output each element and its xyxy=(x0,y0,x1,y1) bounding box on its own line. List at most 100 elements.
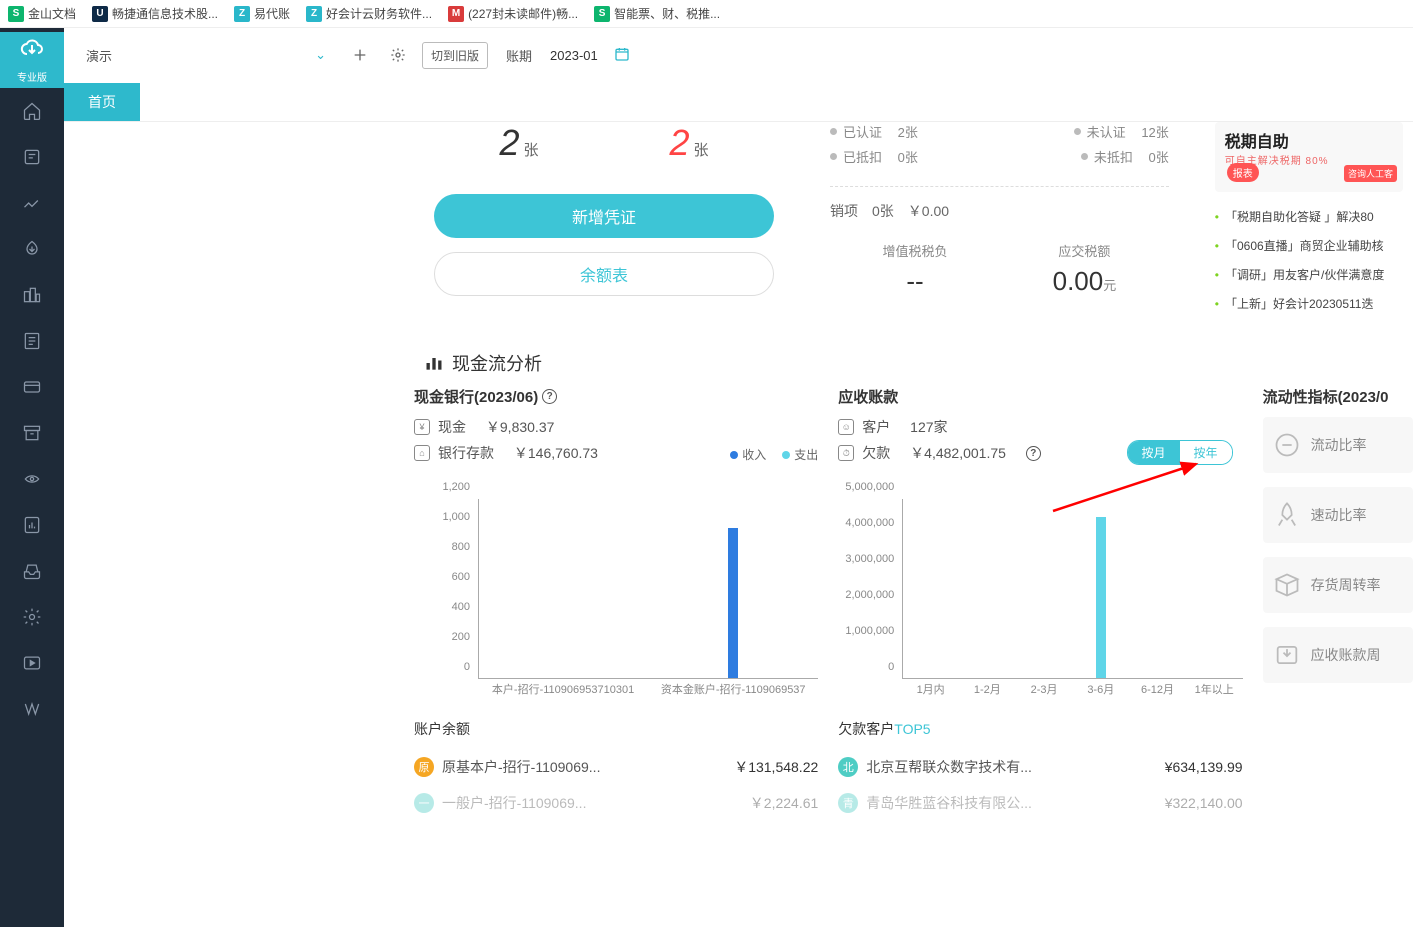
liquidity-tile-ar-turnover[interactable]: 应收账款周 xyxy=(1263,627,1413,683)
bookmark-item[interactable]: U畅捷通信息技术股... xyxy=(92,5,218,22)
liquidity-tile-current-ratio[interactable]: 流动比率 xyxy=(1263,417,1413,473)
debt-customers-subhead: 欠款客户TOP5 xyxy=(838,719,1242,739)
sidebar-item-ledger[interactable] xyxy=(0,134,64,180)
voucher-stat: 2张 xyxy=(669,122,708,164)
liquidity-tile-quick-ratio[interactable]: 速动比率 xyxy=(1263,487,1413,543)
account-balance-subhead: 账户余额 xyxy=(414,719,818,739)
cash-bank-title: 现金银行(2023/06)? xyxy=(414,386,818,407)
account-selector[interactable]: 演示 ⌄ xyxy=(76,38,336,72)
bookmark-icon: M xyxy=(448,6,464,22)
account-row[interactable]: 原原基本户-招行-1109069... ￥131,548.22 xyxy=(414,749,818,785)
sidebar-item-payment[interactable] xyxy=(0,364,64,410)
tab-home[interactable]: 首页 xyxy=(64,83,140,121)
account-name: 一般户-招行-1109069... xyxy=(442,793,586,813)
tax-card: 已认证 2张 已抵扣 0张 未认证 12张 未抵扣 0张 销项0张￥0.00 增… xyxy=(810,122,1189,330)
sidebar-item-report[interactable] xyxy=(0,502,64,548)
switch-old-version[interactable]: 切到旧版 xyxy=(422,42,488,69)
sidebar-item-archive[interactable] xyxy=(0,410,64,456)
news-consult-button[interactable]: 咨询人工客 xyxy=(1344,165,1397,182)
sidebar-item-receipt[interactable] xyxy=(0,318,64,364)
customer-row[interactable]: 北北京互帮联众数字技术有... ¥634,139.99 xyxy=(838,749,1242,785)
add-button[interactable] xyxy=(346,41,374,69)
sidebar-item-settings[interactable] xyxy=(0,594,64,640)
toggle-year[interactable]: 按年 xyxy=(1180,441,1232,464)
ratio-icon xyxy=(1273,431,1301,459)
accounts-receivable-panel: 应收账款 ☺客户 127家 ⏱欠款 ￥4,482,001.75 ? 按月 按年 xyxy=(838,386,1242,821)
period-value: 2023-01 xyxy=(550,48,598,63)
cash-metric: ¥现金 ￥9,830.37 xyxy=(414,417,818,437)
sidebar-item-home[interactable] xyxy=(0,88,64,134)
help-icon[interactable]: ? xyxy=(542,389,557,404)
balance-sheet-button[interactable]: 余额表 xyxy=(434,252,774,296)
tile-label: 流动比率 xyxy=(1311,435,1367,455)
sidebar-item-analytics[interactable] xyxy=(0,180,64,226)
cash-bank-panel: 现金银行(2023/06)? ¥现金 ￥9,830.37 ⌂银行存款 ￥146,… xyxy=(414,386,818,821)
voucher-stat: 2张 xyxy=(499,122,538,164)
vat-burden-value: -- xyxy=(883,266,948,297)
settings-button[interactable] xyxy=(384,41,412,69)
cloud-icon xyxy=(20,37,44,67)
sidebar-item-media[interactable] xyxy=(0,640,64,686)
voucher-card: 2张 2张 新增凭证 余额表 xyxy=(414,122,794,330)
voucher-stat-unit: 张 xyxy=(694,142,709,159)
bookmark-item[interactable]: S金山文档 xyxy=(8,5,76,22)
sidebar-item-funds[interactable] xyxy=(0,226,64,272)
content-area[interactable]: 2张 2张 新增凭证 余额表 已认证 2张 已抵扣 0张 未认证 12张 xyxy=(64,122,1413,927)
sidebar-item-assets[interactable] xyxy=(0,272,64,318)
sidebar-logo-text: 专业版 xyxy=(17,69,47,84)
ar-aging-chart: 01,000,0002,000,0003,000,0004,000,0005,0… xyxy=(838,499,1242,699)
rocket-icon xyxy=(1273,501,1301,529)
sidebar-item-vip[interactable] xyxy=(0,686,64,732)
toggle-month[interactable]: 按月 xyxy=(1128,441,1180,464)
bookmark-item[interactable]: Z易代账 xyxy=(234,5,290,22)
status-certified: 已认证 2张 xyxy=(830,122,999,141)
bank-icon: ⌂ xyxy=(414,445,430,461)
tax-sales-line: 销项0张￥0.00 xyxy=(830,201,1169,221)
user-icon: ☺ xyxy=(838,419,854,435)
bookmark-item[interactable]: M(227封未读邮件)畅... xyxy=(448,5,578,22)
customer-row[interactable]: 青青岛华胜蓝谷科技有限公... ¥322,140.00 xyxy=(838,785,1242,821)
news-item[interactable]: 「0606直播」商贸企业辅助核 xyxy=(1215,231,1403,260)
bookmark-label: 智能票、财、税推... xyxy=(614,5,720,22)
dot-icon xyxy=(1074,128,1081,135)
help-icon[interactable]: ? xyxy=(1026,446,1041,461)
sidebar: 专业版 xyxy=(0,28,64,927)
sidebar-item-salary[interactable] xyxy=(0,456,64,502)
legend-dot-expense xyxy=(782,451,790,459)
account-row[interactable]: 一一般户-招行-1109069... ￥2,224.61 xyxy=(414,785,818,821)
calendar-icon[interactable] xyxy=(614,46,630,65)
bookmark-item[interactable]: S智能票、财、税推... xyxy=(594,5,720,22)
sidebar-item-inbox[interactable] xyxy=(0,548,64,594)
bookmark-item[interactable]: Z好会计云财务软件... xyxy=(306,5,432,22)
tile-label: 存货周转率 xyxy=(1311,575,1381,595)
voucher-stat-num: 2 xyxy=(669,122,689,163)
news-list: 「税期自助化答疑 」解决80 「0606直播」商贸企业辅助核 「调研」用友客户/… xyxy=(1215,202,1403,318)
bookmark-icon: S xyxy=(594,6,610,22)
bar-chart-icon xyxy=(424,353,444,373)
add-voucher-button[interactable]: 新增凭证 xyxy=(434,194,774,238)
customer-name: 青岛华胜蓝谷科技有限公... xyxy=(866,793,1032,813)
news-item[interactable]: 「上新」好会计20230511迭 xyxy=(1215,289,1403,318)
tab-row: 首页 xyxy=(64,82,1413,122)
bookmark-icon: Z xyxy=(234,6,250,22)
bookmark-label: 金山文档 xyxy=(28,5,76,22)
bookmark-label: 好会计云财务软件... xyxy=(326,5,432,22)
dot-icon xyxy=(1081,153,1088,160)
status-undeducted: 未抵扣 0张 xyxy=(999,147,1168,166)
account-badge: 一 xyxy=(414,793,434,813)
box-icon xyxy=(1273,571,1301,599)
account-name: 原基本户-招行-1109069... xyxy=(442,757,600,777)
section-title: 现金流分析 xyxy=(452,350,542,376)
voucher-stat-unit: 张 xyxy=(524,142,539,159)
liquidity-tile-inventory-turnover[interactable]: 存货周转率 xyxy=(1263,557,1413,613)
news-banner[interactable]: 税期自助 可自主解决税期 80% 报表 咨询人工客 xyxy=(1215,122,1403,192)
dot-icon xyxy=(830,128,837,135)
news-item[interactable]: 「税期自助化答疑 」解决80 xyxy=(1215,202,1403,231)
customer-metric: ☺客户 127家 xyxy=(838,417,1242,437)
cash-icon: ¥ xyxy=(414,419,430,435)
bookmarks-bar: S金山文档 U畅捷通信息技术股... Z易代账 Z好会计云财务软件... M(2… xyxy=(0,0,1413,28)
voucher-stat-num: 2 xyxy=(499,122,519,163)
topbar: 演示 ⌄ 切到旧版 账期 2023-01 xyxy=(64,28,1413,82)
sidebar-logo[interactable]: 专业版 xyxy=(0,32,64,88)
news-item[interactable]: 「调研」用友客户/伙伴满意度 xyxy=(1215,260,1403,289)
